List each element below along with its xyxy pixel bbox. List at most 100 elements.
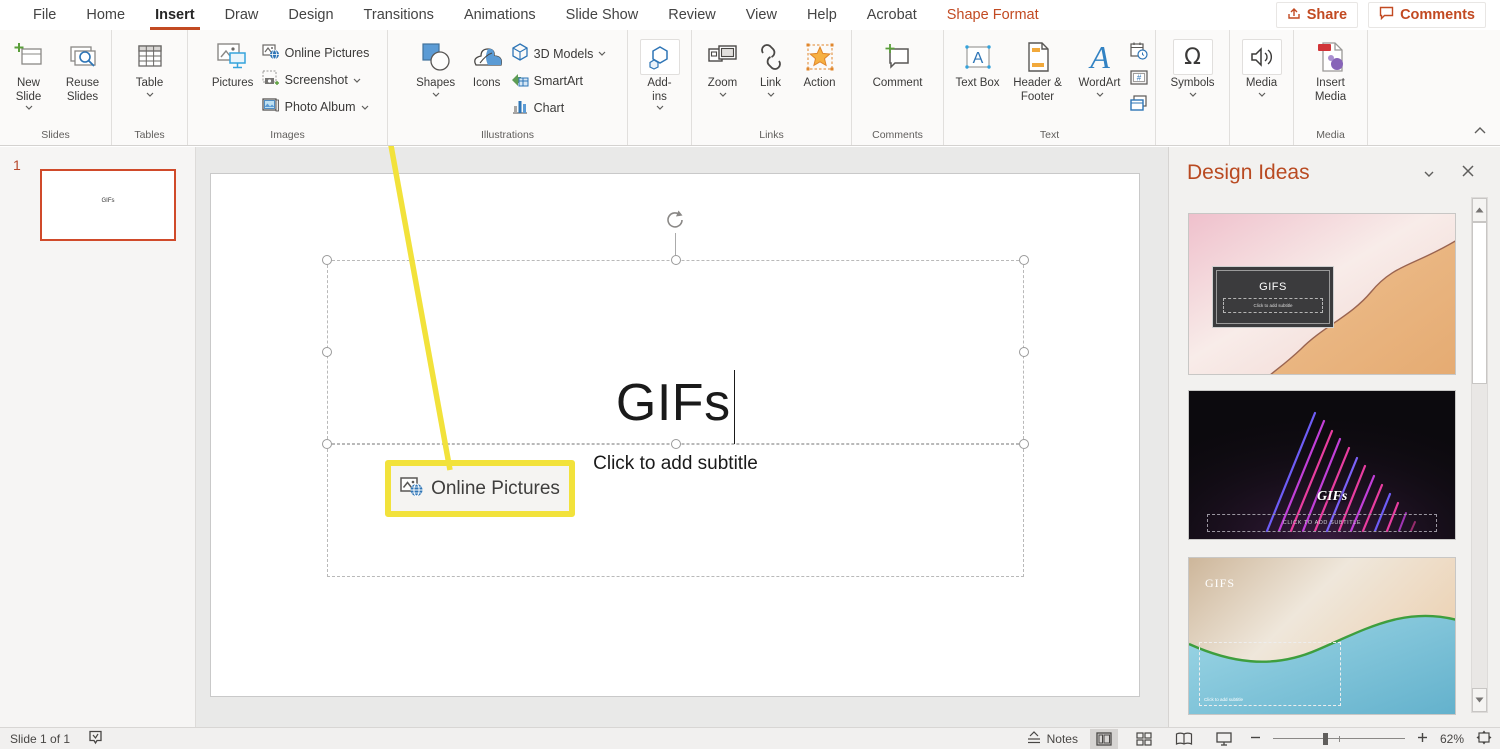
pictures-button[interactable]: Pictures — [206, 36, 260, 94]
reuse-slides-button[interactable]: Reuse Slides — [57, 36, 109, 107]
tab-shape-format[interactable]: Shape Format — [932, 0, 1054, 30]
photo-album-button[interactable]: Photo Album — [262, 97, 370, 117]
svg-text:#: # — [1136, 74, 1141, 83]
scrollbar-thumb[interactable] — [1472, 222, 1487, 384]
resize-handle-bottom-right[interactable] — [1019, 439, 1029, 449]
tab-help[interactable]: Help — [792, 0, 852, 30]
screenshot-button[interactable]: Screenshot — [262, 70, 370, 90]
object-button[interactable] — [1129, 95, 1148, 116]
tab-view[interactable]: View — [731, 0, 792, 30]
smartart-button[interactable]: SmartArt — [511, 71, 607, 91]
resize-handle-bottom-left[interactable] — [322, 439, 332, 449]
3d-cube-icon — [511, 43, 529, 64]
tab-acrobat[interactable]: Acrobat — [852, 0, 932, 30]
icons-button[interactable]: Icons — [465, 36, 509, 94]
close-icon[interactable] — [1462, 164, 1474, 182]
text-box-button[interactable]: A Text Box — [952, 36, 1004, 94]
reading-view-button[interactable] — [1170, 729, 1198, 749]
zoom-slider-thumb[interactable] — [1323, 732, 1329, 745]
chart-button[interactable]: Chart — [511, 98, 607, 118]
slide-title-text[interactable]: GIFs — [327, 366, 1024, 444]
online-pictures-icon — [400, 475, 424, 502]
zoom-in-button[interactable] — [1417, 732, 1428, 746]
group-label-media-dropdown — [1232, 127, 1291, 145]
online-pictures-callout: Online Pictures — [385, 460, 575, 517]
symbols-button[interactable]: Ω Symbols — [1162, 36, 1224, 100]
notes-button[interactable]: Notes — [1026, 730, 1078, 747]
tab-animations[interactable]: Animations — [449, 0, 551, 30]
slide-sorter-view-button[interactable] — [1130, 729, 1158, 749]
tab-home[interactable]: Home — [71, 0, 140, 30]
insert-media-icon — [1316, 39, 1346, 75]
comment-button[interactable]: Comment — [863, 36, 933, 94]
scroll-down-icon[interactable] — [1472, 688, 1487, 712]
resize-handle-top-center[interactable] — [671, 255, 681, 265]
shapes-button[interactable]: Shapes — [409, 36, 463, 100]
slide-thumbnail[interactable]: GIFs — [40, 169, 176, 241]
resize-handle-middle-left[interactable] — [322, 347, 332, 357]
chevron-down-icon — [146, 92, 154, 97]
scroll-up-icon[interactable] — [1472, 198, 1487, 222]
slide-show-button[interactable] — [1210, 729, 1238, 749]
slide-canvas[interactable]: GIFs Click to add subtitle Online Pictur… — [210, 173, 1140, 697]
wordart-button[interactable]: A WordArt — [1072, 36, 1128, 100]
zoom-level[interactable]: 62% — [1440, 732, 1464, 746]
wordart-icon: A — [1083, 39, 1117, 75]
editing-canvas: GIFs Click to add subtitle Online Pictur… — [196, 147, 1168, 727]
tab-transitions[interactable]: Transitions — [349, 0, 449, 30]
zoom-out-button[interactable] — [1250, 732, 1261, 746]
tab-review[interactable]: Review — [653, 0, 731, 30]
tab-draw[interactable]: Draw — [210, 0, 274, 30]
slide-indicator: Slide 1 of 1 — [10, 731, 71, 746]
media-button[interactable]: Media — [1236, 36, 1288, 100]
ribbon-group-slides: New Slide Reuse Slides Slides — [0, 30, 112, 145]
insert-media-button[interactable]: Insert Media — [1301, 36, 1361, 107]
ribbon-group-text: A Text Box Header & Footer A WordArt # T… — [944, 30, 1156, 145]
date-time-button[interactable] — [1129, 42, 1148, 65]
link-icon — [755, 39, 787, 75]
new-slide-button[interactable]: New Slide — [3, 36, 55, 113]
duck-icon — [470, 39, 504, 75]
3d-models-button[interactable]: 3D Models — [511, 43, 607, 64]
tab-slide-show[interactable]: Slide Show — [551, 0, 654, 30]
speaker-icon — [1241, 39, 1282, 75]
resize-handle-top-left[interactable] — [322, 255, 332, 265]
header-footer-icon — [1024, 39, 1052, 75]
zoom-button[interactable]: Zoom — [698, 36, 748, 100]
resize-handle-middle-right[interactable] — [1019, 347, 1029, 357]
action-button[interactable]: Action — [794, 36, 846, 94]
collapse-ribbon-icon[interactable] — [1474, 121, 1486, 139]
add-ins-button[interactable]: Add-ins — [634, 36, 686, 113]
online-pictures-icon — [262, 43, 280, 63]
table-button[interactable]: Table — [120, 36, 180, 100]
screenshot-icon — [262, 70, 280, 90]
tab-file[interactable]: File — [18, 0, 71, 30]
design-idea-1[interactable]: GIFS Click to add subtitle — [1188, 213, 1456, 375]
slide-number-button[interactable]: # — [1129, 70, 1148, 90]
group-label-images: Images — [270, 129, 305, 141]
design-idea-3[interactable]: GIFS Click to add subtitle — [1188, 557, 1456, 715]
chevron-down-icon — [1189, 92, 1197, 97]
rotation-handle[interactable] — [663, 208, 687, 237]
accessibility-icon[interactable] — [88, 730, 103, 748]
normal-view-button[interactable] — [1089, 728, 1118, 749]
resize-handle-top-right[interactable] — [1019, 255, 1029, 265]
share-button[interactable]: Share — [1275, 2, 1359, 28]
fit-slide-to-window-icon[interactable] — [1476, 730, 1492, 748]
panel-scrollbar[interactable] — [1471, 197, 1488, 713]
design-idea-2[interactable]: GIFs CLICK TO ADD SUBTITLE — [1188, 390, 1456, 540]
resize-handle-bottom-center[interactable] — [671, 439, 681, 449]
panel-dropdown-icon[interactable] — [1424, 164, 1434, 182]
link-button[interactable]: Link — [750, 36, 792, 100]
notes-icon — [1026, 730, 1042, 747]
zoom-slider[interactable] — [1272, 729, 1405, 749]
online-pictures-button[interactable]: Online Pictures — [262, 43, 369, 63]
tab-insert[interactable]: Insert — [140, 0, 210, 30]
design-ideas-panel: Design Ideas GIFS Click to add subtitle … — [1168, 147, 1500, 727]
comments-button[interactable]: Comments — [1368, 2, 1486, 28]
header-footer-button[interactable]: Header & Footer — [1006, 36, 1070, 107]
group-label-insert-media: Media — [1316, 129, 1345, 141]
omega-icon: Ω — [1172, 39, 1213, 75]
group-label-tables: Tables — [134, 129, 165, 141]
tab-design[interactable]: Design — [273, 0, 348, 30]
